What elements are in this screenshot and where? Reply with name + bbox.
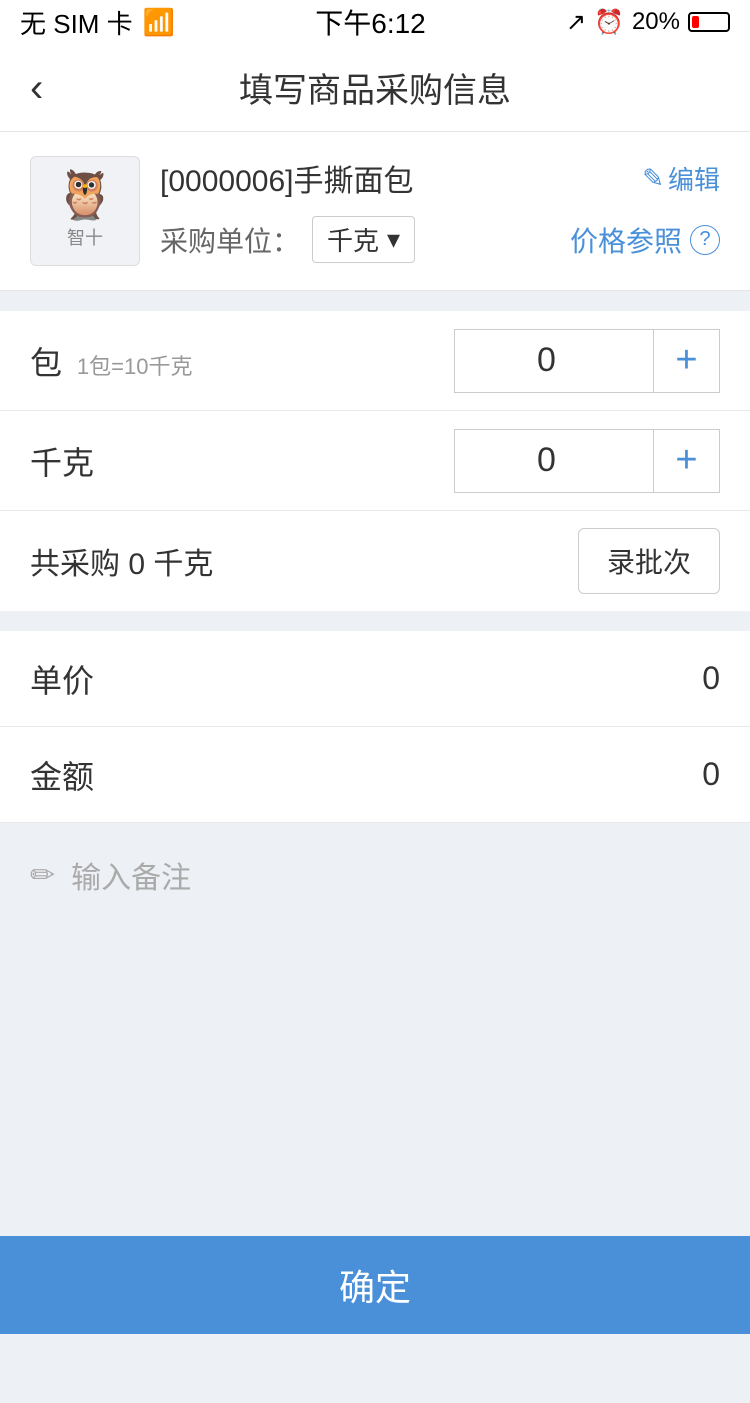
record-batch-button[interactable]: 录批次 — [578, 528, 720, 594]
unit-dropdown[interactable]: 千克 ▾ — [312, 216, 415, 263]
nav-bar: ‹ 填写商品采购信息 — [0, 44, 750, 132]
kg-label: 千克 — [30, 438, 150, 484]
total-label: 共采购 0 千克 — [30, 539, 213, 583]
bags-quantity-input[interactable] — [454, 329, 654, 393]
gps-icon: ↗ — [566, 8, 586, 37]
kg-quantity-input[interactable] — [454, 429, 654, 493]
confirm-button[interactable]: 确定 — [0, 1236, 750, 1334]
product-image: 🦉 智十 — [30, 156, 140, 266]
kg-input-right: + — [150, 429, 720, 493]
unit-value: 千克 — [327, 221, 379, 258]
dropdown-chevron-icon: ▾ — [387, 224, 400, 255]
unit-price-value: 0 — [702, 660, 720, 697]
content-spacer — [0, 1003, 750, 1403]
unit-price-label: 单价 — [30, 656, 94, 702]
edit-icon: ✎ — [642, 163, 664, 194]
bags-label: 包 1包=10千克 — [30, 338, 192, 384]
help-circle-icon: ? — [690, 225, 720, 255]
pencil-icon: ✏ — [30, 858, 55, 893]
status-time: 下午6:12 — [315, 2, 426, 42]
purchase-unit-label: 采购单位： — [160, 220, 300, 260]
page-title: 填写商品采购信息 — [239, 63, 511, 112]
section-divider-1 — [0, 291, 750, 311]
amount-row: 金额 0 — [0, 727, 750, 823]
unit-selector-group: 采购单位： 千克 ▾ — [160, 216, 415, 263]
quantity-input-section: 包 1包=10千克 + 千克 + — [0, 311, 750, 511]
product-info: [0000006]手撕面包 ✎ 编辑 采购单位： 千克 ▾ 价格参照 ? — [160, 156, 720, 263]
kg-plus-button[interactable]: + — [654, 429, 720, 493]
bags-sub-label: 1包=10千克 — [77, 354, 193, 379]
amount-label: 金额 — [30, 752, 94, 798]
remark-placeholder: 输入备注 — [71, 853, 191, 897]
status-left: 无 SIM 卡 📶 — [20, 4, 175, 41]
price-ref-label: 价格参照 — [570, 220, 682, 260]
product-name-row: [0000006]手撕面包 ✎ 编辑 — [160, 156, 720, 200]
unit-price-row: 单价 0 — [0, 631, 750, 727]
alarm-icon: ⏰ — [594, 8, 624, 37]
product-placeholder: 🦉 智十 — [55, 172, 115, 250]
confirm-button-label: 确定 — [339, 1259, 411, 1311]
product-card: 🦉 智十 [0000006]手撕面包 ✎ 编辑 采购单位： 千克 ▾ 价格参照 … — [0, 132, 750, 291]
wifi-icon: 📶 — [143, 7, 175, 38]
logo-text: 智十 — [67, 224, 103, 250]
total-row: 共采购 0 千克 录批次 — [0, 511, 750, 611]
sim-label: 无 SIM 卡 — [20, 4, 133, 41]
edit-label: 编辑 — [668, 160, 720, 197]
product-full-name: [0000006]手撕面包 — [160, 156, 413, 200]
back-button[interactable]: ‹ — [30, 68, 43, 108]
status-right: ↗ ⏰ 20% — [566, 8, 730, 37]
battery-icon — [688, 12, 730, 32]
kg-input-row: 千克 + — [0, 411, 750, 511]
amount-value: 0 — [702, 756, 720, 793]
battery-percent: 20% — [632, 8, 680, 36]
price-section: 单价 0 金额 0 — [0, 631, 750, 823]
purchase-unit-row: 采购单位： 千克 ▾ 价格参照 ? — [160, 216, 720, 263]
edit-button[interactable]: ✎ 编辑 — [642, 160, 720, 197]
remark-input-row: ✏ 输入备注 — [30, 853, 720, 897]
section-divider-2 — [0, 611, 750, 631]
remark-section[interactable]: ✏ 输入备注 — [0, 823, 750, 1003]
price-reference-button[interactable]: 价格参照 ? — [570, 220, 720, 260]
bags-plus-button[interactable]: + — [654, 329, 720, 393]
status-bar: 无 SIM 卡 📶 下午6:12 ↗ ⏰ 20% — [0, 0, 750, 44]
bags-input-right: + — [192, 329, 720, 393]
product-logo-icon: 🦉 — [55, 172, 115, 220]
bags-input-row: 包 1包=10千克 + — [0, 311, 750, 411]
